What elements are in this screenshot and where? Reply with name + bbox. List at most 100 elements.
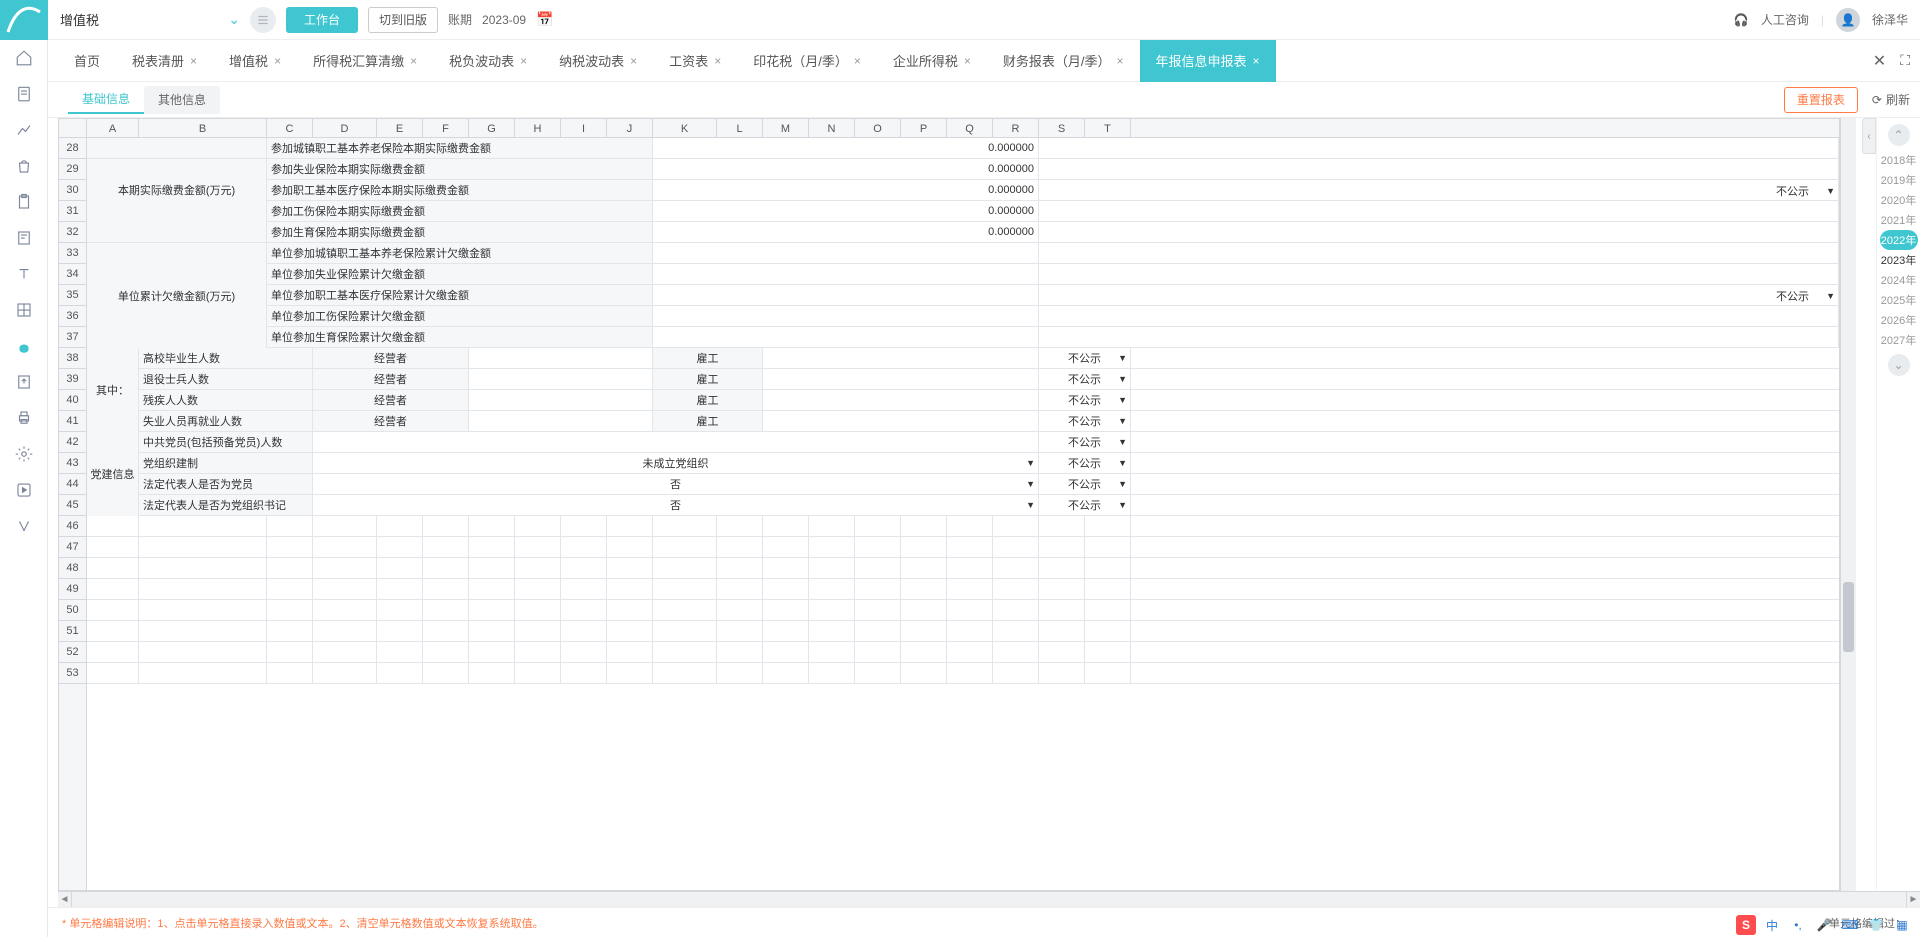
empty-cell[interactable] [901,558,947,578]
empty-cell[interactable] [717,579,763,599]
row-header-40[interactable]: 40 [59,390,86,411]
value-cell[interactable]: 0.000000 [653,180,1039,200]
col-header-N[interactable]: N [809,119,855,137]
empty-cell[interactable] [993,579,1039,599]
vertical-scrollbar[interactable] [1840,118,1856,891]
select-all-corner[interactable] [59,119,87,137]
sub-label[interactable]: 雇工 [653,348,763,368]
empty-cell[interactable] [1039,642,1085,662]
tab-close-icon[interactable]: × [854,54,861,68]
group-label[interactable]: 党建信息 [87,432,139,516]
empty-cell[interactable] [423,642,469,662]
disclose-dropdown[interactable]: 不公示▼ [1747,243,1839,348]
empty-cell[interactable] [855,600,901,620]
row-header-45[interactable]: 45 [59,495,86,516]
empty-cell[interactable] [1039,621,1085,641]
empty-cell[interactable] [809,642,855,662]
empty-cell[interactable] [423,600,469,620]
row-label[interactable]: 退役士兵人数 [139,369,313,389]
wide-dropdown[interactable]: 否▼ [313,474,1039,494]
empty-cell[interactable] [763,537,809,557]
empty-cell[interactable] [87,642,139,662]
tab-0[interactable]: 首页 [58,40,116,82]
row-header-46[interactable]: 46 [59,516,86,537]
empty-cell[interactable] [901,621,947,641]
empty-cell[interactable] [313,558,377,578]
row-label[interactable]: 法定代表人是否为党员 [139,474,313,494]
disclose-dropdown[interactable]: 不公示▼ [1039,495,1131,515]
value-cell[interactable] [469,348,653,368]
empty-cell[interactable] [855,621,901,641]
empty-cell[interactable] [515,537,561,557]
empty-cell[interactable] [515,663,561,683]
row-header-49[interactable]: 49 [59,579,86,600]
value-cell[interactable]: 0.000000 [653,201,1039,221]
empty-cell[interactable] [947,621,993,641]
tab-1[interactable]: 税表清册× [116,40,213,82]
tab-9[interactable]: 财务报表（月/季）× [987,40,1140,82]
empty-cell[interactable] [423,663,469,683]
empty-cell[interactable] [993,621,1039,641]
value-cell[interactable] [653,327,1039,347]
empty-cell[interactable] [377,537,423,557]
empty-cell[interactable] [607,663,653,683]
empty-cell[interactable] [947,600,993,620]
disclose-dropdown[interactable]: 不公示▼ [1039,453,1131,473]
value-cell[interactable]: 0.000000 [653,159,1039,179]
empty-cell[interactable] [855,663,901,683]
row-label[interactable]: 失业人员再就业人数 [139,411,313,431]
empty-cell[interactable] [763,621,809,641]
wide-dropdown[interactable]: 未成立党组织▼ [313,453,1039,473]
empty-cell[interactable] [87,516,139,536]
value-cell[interactable] [763,390,1039,410]
nav-book-icon[interactable] [0,220,48,256]
row-header-30[interactable]: 30 [59,180,86,201]
empty-cell[interactable] [717,537,763,557]
row-header-44[interactable]: 44 [59,474,86,495]
col-header-G[interactable]: G [469,119,515,137]
empty-cell[interactable] [653,516,717,536]
row-header-31[interactable]: 31 [59,201,86,222]
empty-cell[interactable] [139,537,267,557]
empty-cell[interactable] [763,642,809,662]
ime-skin-icon[interactable]: 👕 [1866,915,1886,935]
row-label[interactable]: 单位参加工伤保险累计欠缴金额 [267,306,653,326]
col-header-I[interactable]: I [561,119,607,137]
value-cell[interactable] [763,411,1039,431]
empty-cell[interactable] [1085,516,1131,536]
value-cell[interactable]: 0.000000 [653,138,1039,158]
empty-cell[interactable] [267,558,313,578]
empty-cell[interactable] [469,600,515,620]
year-2023年[interactable]: 2023年 [1880,250,1918,270]
tab-10[interactable]: 年报信息申报表× [1140,40,1276,82]
row-label[interactable]: 党组织建制 [139,453,313,473]
empty-cell[interactable] [901,516,947,536]
empty-cell[interactable] [763,558,809,578]
scrollbar-thumb[interactable] [1843,582,1854,652]
nav-print-icon[interactable] [0,400,48,436]
col-header-J[interactable]: J [607,119,653,137]
empty-cell[interactable] [139,621,267,641]
tab-4[interactable]: 税负波动表× [433,40,543,82]
scroll-right-icon[interactable]: ► [1906,892,1920,907]
workspace-button[interactable]: 工作台 [286,7,358,33]
empty-cell[interactable] [993,663,1039,683]
row-header-53[interactable]: 53 [59,663,86,684]
row-label[interactable]: 单位参加职工基本医疗保险累计欠缴金额 [267,285,653,305]
empty-cell[interactable] [993,642,1039,662]
empty-cell[interactable] [313,663,377,683]
year-2019年[interactable]: 2019年 [1880,170,1918,190]
empty-cell[interactable] [717,663,763,683]
empty-cell[interactable] [87,600,139,620]
row-header-41[interactable]: 41 [59,411,86,432]
value-cell[interactable]: 0.000000 [653,222,1039,242]
empty-cell[interactable] [267,516,313,536]
tab-close-icon[interactable]: × [274,54,281,68]
empty-cell[interactable] [423,558,469,578]
year-2027年[interactable]: 2027年 [1880,330,1918,350]
disclose-dropdown[interactable]: 不公示▼ [1039,474,1131,494]
empty-cell[interactable] [901,663,947,683]
row-label[interactable]: 参加城镇职工基本养老保险本期实际缴费金额 [267,138,653,158]
sub-label[interactable]: 雇工 [653,390,763,410]
nav-grid-icon[interactable] [0,292,48,328]
